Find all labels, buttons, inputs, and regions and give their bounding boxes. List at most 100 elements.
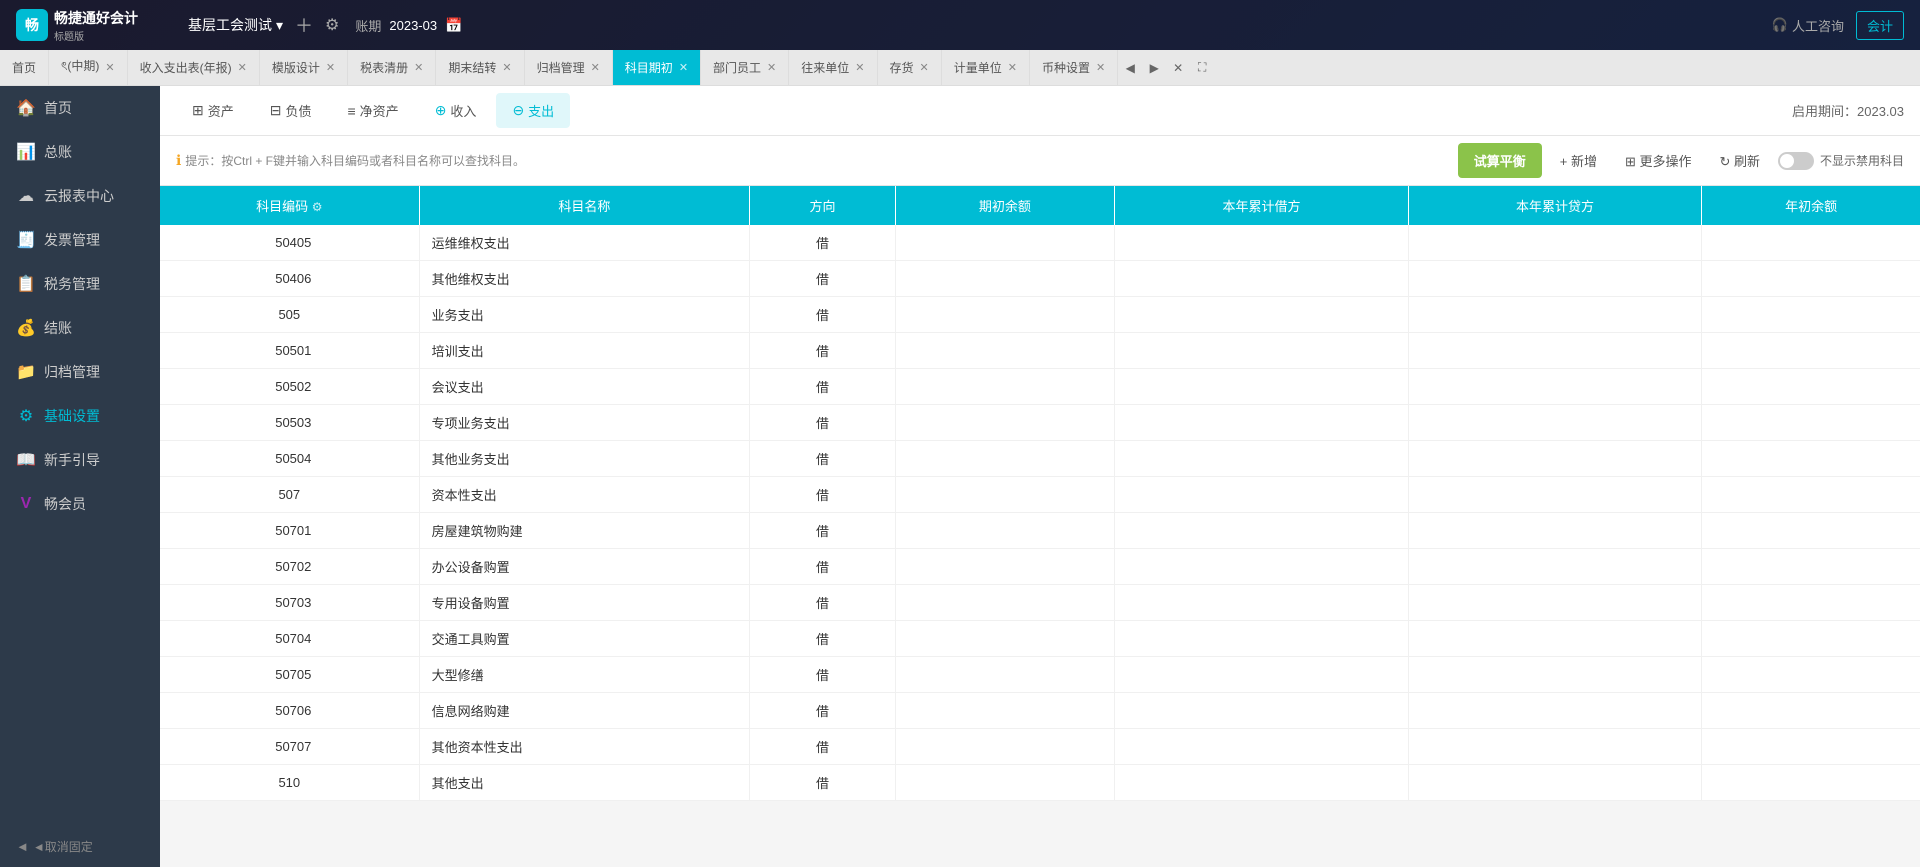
toggle-track[interactable] [1778, 152, 1814, 170]
close-icon[interactable]: ✕ [767, 61, 776, 74]
tab-department[interactable]: 部门员工 ✕ [701, 50, 789, 86]
cell-year-initial [1702, 729, 1920, 765]
close-icon[interactable]: ✕ [1008, 61, 1017, 74]
sub-tab-income[interactable]: ⊕ 收入 [419, 93, 493, 128]
table-row[interactable]: 505 业务支出 借 [160, 297, 1920, 333]
calendar-icon[interactable]: 📅 [445, 17, 462, 34]
table-row[interactable]: 510 其他支出 借 [160, 765, 1920, 801]
close-icon[interactable]: ✕ [414, 61, 423, 74]
toolbar-right: 试算平衡 + 新增 ⊞ 更多操作 ↻ 刷新 不显示禁用科目 [1458, 143, 1904, 178]
account-button[interactable]: 会计 [1856, 11, 1904, 40]
sidebar-label: 畅会员 [44, 494, 86, 514]
tab-currency[interactable]: 币种设置 ✕ [1030, 50, 1118, 86]
sidebar-item-reports[interactable]: ☁ 云报表中心 [0, 174, 160, 218]
table-row[interactable]: 50704 交通工具购置 借 [160, 621, 1920, 657]
cell-direction: 借 [750, 477, 895, 513]
tab-tax[interactable]: 税表清册 ✕ [348, 50, 436, 86]
disable-toggle[interactable]: 不显示禁用科目 [1778, 152, 1904, 170]
sub-tab-net-assets[interactable]: ≡ 净资产 [332, 93, 415, 128]
close-icon[interactable]: ✕ [920, 61, 929, 74]
tab-close-all[interactable]: ✕ [1166, 50, 1190, 86]
table-row[interactable]: 50703 专用设备购置 借 [160, 585, 1920, 621]
tab-nav-right[interactable]: ▶ [1142, 50, 1166, 86]
cell-ytd-credit [1408, 585, 1702, 621]
tab-archive[interactable]: 归档管理 ✕ [525, 50, 613, 86]
company-selector[interactable]: 基层工会测试 ▾ [188, 15, 283, 35]
table-row[interactable]: 50501 培训支出 借 [160, 333, 1920, 369]
tab-home[interactable]: 首页 [0, 50, 49, 86]
archive-icon: 📁 [16, 362, 36, 382]
col-direction: 方向 [750, 186, 895, 225]
tab-label: 计量单位 [954, 59, 1002, 76]
cell-ytd-credit [1408, 765, 1702, 801]
sidebar-collapse-button[interactable]: ◄ ◄取消固定 [0, 826, 160, 867]
table-row[interactable]: 50705 大型修缮 借 [160, 657, 1920, 693]
cell-year-initial [1702, 369, 1920, 405]
table-row[interactable]: 50405 运维维权支出 借 [160, 225, 1920, 261]
cell-ytd-credit [1408, 297, 1702, 333]
sidebar-item-member[interactable]: V 畅会员 [0, 482, 160, 526]
cell-name: 运维维权支出 [419, 225, 750, 261]
cell-direction: 借 [750, 621, 895, 657]
table-row[interactable]: 50502 会议支出 借 [160, 369, 1920, 405]
sidebar: 🏠 首页 📊 总账 ☁ 云报表中心 🧾 发票管理 📋 税务管理 💰 结账 📁 归… [0, 86, 160, 867]
sidebar-item-guide[interactable]: 📖 新手引导 [0, 438, 160, 482]
table-row[interactable]: 50706 信息网络购建 借 [160, 693, 1920, 729]
tab-expand[interactable]: ⛶ [1190, 50, 1214, 86]
sidebar-item-basic-settings[interactable]: ⚙ 基础设置 [0, 394, 160, 438]
table-container[interactable]: 科目编码 ⚙ 科目名称 方向 期初余额 本年累计借方 本年累计贷方 年初余额 5… [160, 186, 1920, 867]
more-operations-button[interactable]: ⊞ 更多操作 [1615, 145, 1702, 176]
refresh-button[interactable]: ↻ 刷新 [1709, 145, 1770, 176]
cell-initial-balance [895, 585, 1115, 621]
close-icon[interactable]: ✕ [326, 61, 335, 74]
tab-template[interactable]: 模版设计 ✕ [260, 50, 348, 86]
tab-subject-initial[interactable]: 科目期初 ✕ [613, 50, 701, 86]
tab-unit[interactable]: 计量单位 ✕ [942, 50, 1030, 86]
sub-tab-liabilities[interactable]: ⊟ 负债 [254, 93, 328, 128]
add-new-button[interactable]: + 新增 [1550, 145, 1607, 176]
sidebar-label: 结账 [44, 318, 72, 338]
sidebar-item-general-ledger[interactable]: 📊 总账 [0, 130, 160, 174]
cell-name: 其他维权支出 [419, 261, 750, 297]
sub-tab-assets[interactable]: ⊞ 资产 [176, 93, 250, 128]
close-icon[interactable]: ✕ [105, 61, 114, 74]
cell-ytd-debit [1115, 693, 1409, 729]
close-icon[interactable]: ✕ [502, 61, 511, 74]
table-row[interactable]: 50406 其他维权支出 借 [160, 261, 1920, 297]
tab-annual[interactable]: 收入支出表(年报) ✕ [128, 50, 260, 86]
table-row[interactable]: 50707 其他资本性支出 借 [160, 729, 1920, 765]
table-row[interactable]: 50503 专项业务支出 借 [160, 405, 1920, 441]
table-row[interactable]: 507 资本性支出 借 [160, 477, 1920, 513]
cell-direction: 借 [750, 441, 895, 477]
cell-name: 会议支出 [419, 369, 750, 405]
cell-ytd-debit [1115, 225, 1409, 261]
sidebar-item-closing[interactable]: 💰 结账 [0, 306, 160, 350]
tab-inventory[interactable]: 存货 ✕ [878, 50, 942, 86]
expenditure-icon: ⊖ [512, 102, 524, 119]
sub-tab-expenditure[interactable]: ⊖ 支出 [496, 93, 570, 128]
close-icon[interactable]: ✕ [591, 61, 600, 74]
tab-contacts[interactable]: 往来单位 ✕ [789, 50, 877, 86]
liabilities-icon: ⊟ [270, 102, 282, 119]
col-settings-icon[interactable]: ⚙ [312, 200, 323, 214]
table-row[interactable]: 50702 办公设备购置 借 [160, 549, 1920, 585]
sidebar-item-home[interactable]: 🏠 首页 [0, 86, 160, 130]
close-icon[interactable]: ✕ [238, 61, 247, 74]
close-icon[interactable]: ✕ [855, 61, 864, 74]
tab-nav-left[interactable]: ◀ [1118, 50, 1142, 86]
add-company-button[interactable]: ＋ [291, 12, 317, 38]
cell-ytd-credit [1408, 405, 1702, 441]
balance-button[interactable]: 试算平衡 [1458, 143, 1542, 178]
close-icon[interactable]: ✕ [679, 61, 688, 74]
table-row[interactable]: 50701 房屋建筑物购建 借 [160, 513, 1920, 549]
tab-interim[interactable]: ৎ(中期) ✕ [49, 50, 128, 86]
close-icon[interactable]: ✕ [1096, 61, 1105, 74]
sidebar-item-invoice[interactable]: 🧾 发票管理 [0, 218, 160, 262]
sidebar-item-archive[interactable]: 📁 归档管理 [0, 350, 160, 394]
sidebar-item-tax[interactable]: 📋 税务管理 [0, 262, 160, 306]
settings-icon[interactable]: ⚙ [325, 15, 339, 35]
service-button[interactable]: 🎧 人工咨询 [1772, 16, 1844, 35]
tab-period-close[interactable]: 期末结转 ✕ [436, 50, 524, 86]
sidebar-label: 发票管理 [44, 230, 100, 250]
table-row[interactable]: 50504 其他业务支出 借 [160, 441, 1920, 477]
